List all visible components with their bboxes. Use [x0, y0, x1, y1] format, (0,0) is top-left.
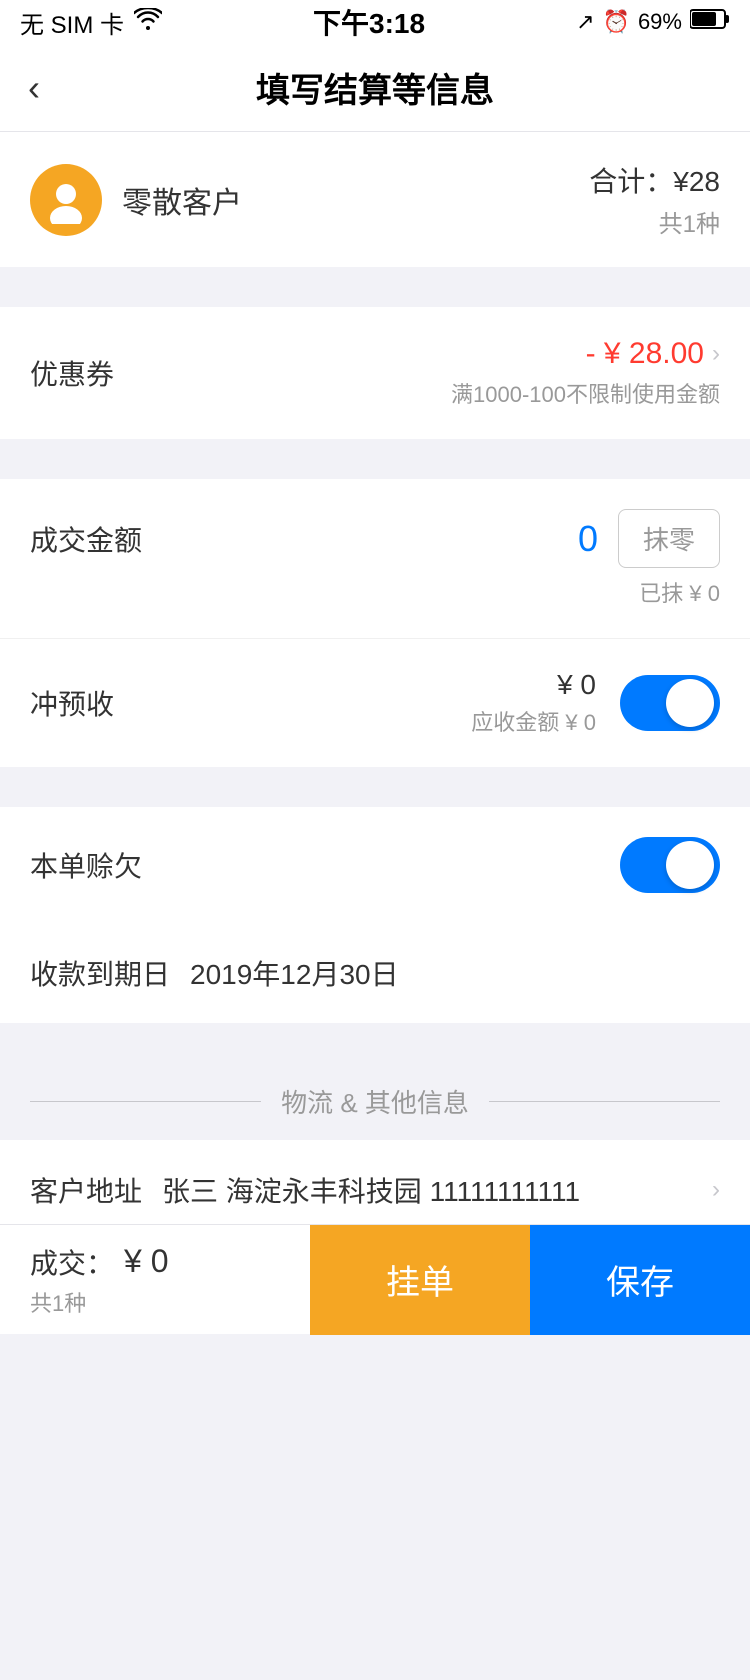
debt-row: 本单赊欠: [0, 807, 750, 923]
address-value: 张三 海淀永丰科技园 11111111111: [162, 1170, 704, 1210]
round-zero-button[interactable]: 抹零: [618, 509, 720, 568]
prereceive-toggle-knob: [666, 679, 714, 727]
prereceive-section: 冲预收 ¥ 0 应收金额 ¥ 0: [0, 639, 750, 767]
prereceive-sub-amount: 应收金额 ¥ 0: [471, 705, 596, 737]
bottom-deal-label: 成交：: [30, 1242, 114, 1282]
logistics-label: 物流 & 其他信息: [281, 1083, 469, 1120]
transaction-section: 成交金额 0 抹零 已抹 ¥ 0: [0, 479, 750, 639]
logistics-header: 物流 & 其他信息: [0, 1063, 750, 1140]
divider-4: [0, 1043, 750, 1063]
address-label: 客户地址: [30, 1170, 142, 1210]
battery-pct: 69%: [638, 9, 682, 35]
back-button[interactable]: ‹: [28, 67, 40, 109]
suspend-button[interactable]: 挂单: [310, 1225, 530, 1335]
customer-count: 共1种: [589, 204, 720, 239]
coupon-chevron-icon: ›: [712, 340, 720, 368]
page-title: 填写结算等信息: [256, 63, 494, 112]
bottom-count: 共1种: [30, 1286, 280, 1318]
wifi-icon: [134, 8, 162, 37]
battery-icon: [690, 8, 730, 36]
customer-left: 零散客户: [30, 164, 242, 236]
divider-3: [0, 787, 750, 807]
save-button[interactable]: 保存: [530, 1225, 750, 1335]
divider-1: [0, 287, 750, 307]
due-date-row: 收款到期日 2019年12月30日: [0, 923, 750, 1023]
coupon-card[interactable]: 优惠券 - ¥ 28.00 › 满1000-100不限制使用金额: [0, 307, 750, 439]
coupon-right: - ¥ 28.00 › 满1000-100不限制使用金额: [451, 337, 720, 409]
alarm-icon: ⏰: [603, 9, 630, 35]
transaction-right: 0 抹零: [578, 509, 720, 568]
status-bar: 无 SIM 卡 下午3:18 ↗ ⏰ 69%: [0, 0, 750, 44]
debt-card: 本单赊欠 收款到期日 2019年12月30日: [0, 807, 750, 1023]
debt-toggle-knob: [666, 841, 714, 889]
debt-toggle[interactable]: [620, 837, 720, 893]
status-right: ↗ ⏰ 69%: [576, 8, 730, 36]
customer-total: 合计：¥28: [589, 160, 720, 200]
status-time: 下午3:18: [313, 2, 425, 42]
prereceive-right: ¥ 0 应收金额 ¥ 0: [471, 669, 720, 737]
customer-row: 零散客户 合计：¥28 共1种: [0, 132, 750, 267]
transaction-row: 成交金额 0 抹零: [30, 509, 720, 568]
bottom-deal-row: 成交： ¥ 0: [30, 1242, 280, 1282]
address-chevron-icon: ›: [712, 1176, 720, 1204]
coupon-label: 优惠券: [30, 353, 114, 393]
status-left: 无 SIM 卡: [20, 5, 162, 40]
coupon-amount: - ¥ 28.00: [586, 337, 704, 371]
carrier-label: 无 SIM 卡: [20, 5, 124, 40]
prereceive-row: 冲预收 ¥ 0 应收金额 ¥ 0: [30, 669, 720, 737]
location-icon: ↗: [576, 9, 594, 35]
logistics-divider: 物流 & 其他信息: [30, 1083, 720, 1120]
debt-label: 本单赊欠: [30, 845, 142, 885]
prereceive-label: 冲预收: [30, 683, 114, 723]
customer-summary: 合计：¥28 共1种: [589, 160, 720, 239]
due-date-value: 2019年12月30日: [190, 953, 399, 993]
coupon-desc: 满1000-100不限制使用金额: [451, 377, 720, 409]
bottom-info: 成交： ¥ 0 共1种: [0, 1242, 310, 1318]
transaction-card: 成交金额 0 抹零 已抹 ¥ 0 冲预收 ¥ 0 应收金额 ¥ 0: [0, 479, 750, 767]
due-date-label: 收款到期日: [30, 953, 170, 993]
coupon-row[interactable]: 优惠券 - ¥ 28.00 › 满1000-100不限制使用金额: [0, 307, 750, 439]
prereceive-toggle[interactable]: [620, 675, 720, 731]
prereceive-amounts: ¥ 0 应收金额 ¥ 0: [471, 669, 596, 737]
transaction-label: 成交金额: [30, 519, 142, 559]
bottom-deal-amount: ¥ 0: [124, 1243, 168, 1280]
customer-name: 零散客户: [122, 178, 242, 222]
content-area: 零散客户 合计：¥28 共1种 优惠券 - ¥ 28.00 › 满1000-10…: [0, 132, 750, 1680]
bottom-bar: 成交： ¥ 0 共1种 挂单 保存: [0, 1224, 750, 1334]
nav-bar: ‹ 填写结算等信息: [0, 44, 750, 132]
divider-2: [0, 459, 750, 479]
customer-avatar: [30, 164, 102, 236]
customer-card: 零散客户 合计：¥28 共1种: [0, 132, 750, 267]
prereceive-main-amount: ¥ 0: [471, 669, 596, 701]
transaction-value: 0: [578, 518, 598, 560]
already-rounded-text: 已抹 ¥ 0: [30, 576, 720, 608]
